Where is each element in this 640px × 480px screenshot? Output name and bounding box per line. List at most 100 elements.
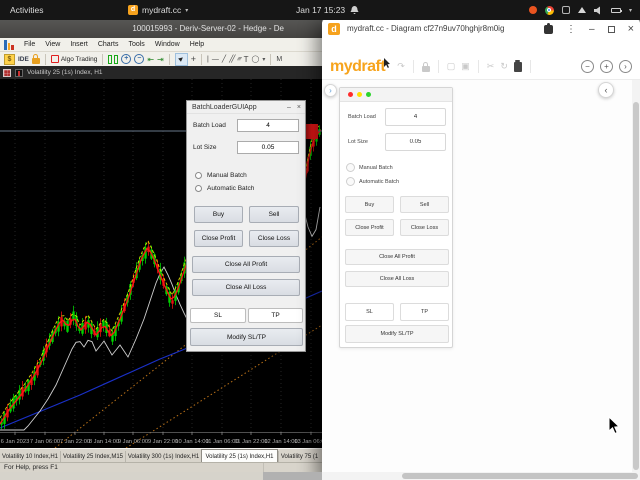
horizontal-scrollbar-thumb[interactable] — [402, 473, 638, 479]
paste-icon[interactable] — [513, 60, 522, 72]
close-all-profit-button[interactable]: Close All Profit — [345, 249, 449, 265]
vertical-scrollbar-thumb[interactable] — [633, 102, 639, 470]
algo-trading-button[interactable]: Algo Trading — [50, 55, 97, 63]
lock-icon[interactable] — [31, 54, 40, 64]
equidistant-tool-icon[interactable]: ≡ — [234, 56, 242, 63]
close-all-profit-button[interactable]: Close All Profit — [192, 256, 300, 273]
close-icon[interactable]: × — [628, 23, 634, 35]
tray-chevron-down-icon[interactable]: ▾ — [629, 7, 632, 14]
network-icon[interactable] — [577, 7, 586, 13]
kebab-menu-icon[interactable]: ⋮ — [566, 24, 576, 35]
buy-button[interactable]: Buy — [345, 196, 394, 213]
close-profit-button[interactable]: Close Profit — [194, 230, 243, 247]
close-profit-button[interactable]: Close Profit — [345, 219, 394, 236]
lot-size-input[interactable] — [237, 141, 299, 154]
tab-volatility-25-1s[interactable]: Volatility 25 (1s) Index,H1 — [201, 448, 278, 463]
trendline-tool-icon[interactable]: ╱ — [222, 55, 226, 63]
market-watch-icon[interactable] — [3, 68, 11, 77]
volume-icon[interactable] — [593, 6, 603, 15]
extensions-icon[interactable] — [544, 22, 553, 34]
focused-app-button[interactable]: d mydraft.cc ▾ — [128, 0, 188, 20]
automatic-batch-radio[interactable] — [195, 185, 202, 192]
zoom-out-icon[interactable]: − — [134, 54, 145, 64]
chrome-title-bar[interactable]: d mydraft.cc - Diagram cf27n9uv70hghjr8m… — [322, 18, 640, 40]
sell-button[interactable]: Sell — [400, 196, 449, 213]
dialog-close-icon[interactable]: × — [297, 104, 301, 111]
battery-icon[interactable] — [610, 7, 622, 13]
modify-sltp-button[interactable]: Modify SL/TP — [190, 328, 303, 346]
ide-button[interactable]: IDE — [18, 56, 29, 63]
left-sidebar-toggle[interactable]: › — [324, 84, 337, 97]
zoom-in-icon[interactable]: + — [121, 54, 132, 64]
more-tools-icon[interactable]: M — [276, 56, 282, 63]
right-panel-button[interactable]: › — [619, 60, 632, 73]
zoom-in-button[interactable]: + — [600, 60, 613, 73]
sell-button[interactable]: Sell — [249, 206, 299, 223]
tab-volatility-25-m15[interactable]: Volatility 25 Index,M15 — [60, 450, 125, 463]
modify-sltp-button[interactable]: Modify SL/TP — [345, 325, 449, 343]
cursor-tool-button[interactable]: ▶ — [174, 52, 188, 66]
vertical-line-tool-icon[interactable]: | — [207, 56, 209, 63]
sl-button[interactable]: SL — [190, 308, 246, 323]
channel-tool-icon[interactable]: ╱╱ — [229, 55, 236, 63]
menu-help[interactable]: Help — [190, 41, 204, 48]
close-loss-button[interactable]: Close Loss — [249, 230, 299, 247]
rotate-icon[interactable]: ↻ — [500, 61, 508, 72]
batchloader-mockup-card[interactable]: Batch Load Lot Size Manual Batch Automat… — [339, 87, 453, 348]
manual-batch-radio[interactable] — [346, 163, 355, 172]
new-chart-icon[interactable] — [108, 54, 119, 64]
minimize-icon[interactable]: – — [589, 24, 595, 35]
zoom-out-button[interactable]: − — [581, 60, 594, 73]
clock-button[interactable]: Jan 17 15:23 — [296, 0, 359, 20]
tp-button[interactable]: TP — [400, 303, 449, 321]
menu-insert[interactable]: Insert — [70, 41, 88, 48]
maximize-icon[interactable] — [607, 25, 615, 33]
trade-dollar-icon[interactable]: $ — [4, 53, 15, 65]
text-tool-icon[interactable]: T — [244, 55, 249, 64]
notification-bell-icon — [350, 6, 359, 14]
system-top-bar: Activities d mydraft.cc ▾ Jan 17 15:23 ▾ — [0, 0, 640, 20]
tab-volatility-75[interactable]: Volatility 75 (1 — [278, 450, 320, 463]
lot-size-input[interactable] — [385, 133, 446, 151]
tab-volatility-10[interactable]: Volatility 10 Index,H1 — [0, 451, 60, 463]
right-sidebar-toggle[interactable]: ‹ — [598, 82, 614, 98]
mt5-title-bar[interactable]: 100015993 - Deriv-Server-02 - Hedge - De — [0, 20, 322, 38]
manual-batch-radio[interactable] — [195, 172, 202, 179]
redo-icon[interactable]: ↷ — [397, 61, 405, 72]
crosshair-tool-icon[interactable]: + — [191, 54, 196, 64]
app-indicator-icon[interactable] — [528, 6, 537, 14]
horizontal-line-tool-icon[interactable]: — — [212, 56, 219, 63]
batch-load-input[interactable] — [385, 108, 446, 126]
batch-load-input[interactable] — [237, 119, 299, 132]
tab-volatility-300[interactable]: Volatility 300 (1s) Index,H1 — [125, 450, 201, 463]
sl-button[interactable]: SL — [345, 303, 394, 321]
tp-button[interactable]: TP — [248, 308, 303, 323]
group-icon[interactable]: ▢ — [447, 61, 456, 72]
close-all-loss-button[interactable]: Close All Loss — [192, 279, 300, 296]
chrome-icon[interactable] — [544, 5, 554, 15]
ungroup-icon[interactable]: ▣ — [461, 61, 470, 72]
automatic-batch-radio[interactable] — [346, 177, 355, 186]
shapes-tool-icon[interactable]: ◯ — [251, 55, 259, 63]
buy-button[interactable]: Buy — [194, 206, 243, 223]
cut-icon[interactable]: ✂ — [487, 61, 495, 72]
system-tray[interactable]: ▾ — [528, 0, 632, 20]
close-all-loss-button[interactable]: Close All Loss — [345, 271, 449, 287]
window-title: mydraft.cc - Diagram cf27n9uv70hghjr8m0i… — [347, 24, 505, 33]
menu-window[interactable]: Window — [155, 41, 180, 48]
close-loss-button[interactable]: Close Loss — [400, 219, 449, 236]
batch-load-label: Batch Load — [193, 122, 226, 129]
chart-shift-right-icon[interactable]: ⇥ — [157, 55, 164, 64]
screenshot-tool-icon[interactable] — [561, 6, 570, 14]
automatic-batch-label: Automatic Batch — [207, 185, 255, 192]
dialog-minimize-icon[interactable]: – — [287, 104, 291, 111]
chart-shift-left-icon[interactable]: ⇤ — [147, 55, 154, 64]
menu-view[interactable]: View — [45, 41, 60, 48]
menu-tools[interactable]: Tools — [128, 41, 144, 48]
mydraft-toolbar: mydraft ↷ ▢ ▣ ✂ ↻ − + › — [322, 40, 640, 80]
menu-file[interactable]: File — [24, 41, 35, 48]
activities-button[interactable]: Activities — [10, 0, 44, 20]
lock-icon[interactable] — [421, 61, 430, 72]
menu-charts[interactable]: Charts — [98, 41, 119, 48]
shapes-chevron-down-icon[interactable]: ▾ — [262, 56, 265, 63]
